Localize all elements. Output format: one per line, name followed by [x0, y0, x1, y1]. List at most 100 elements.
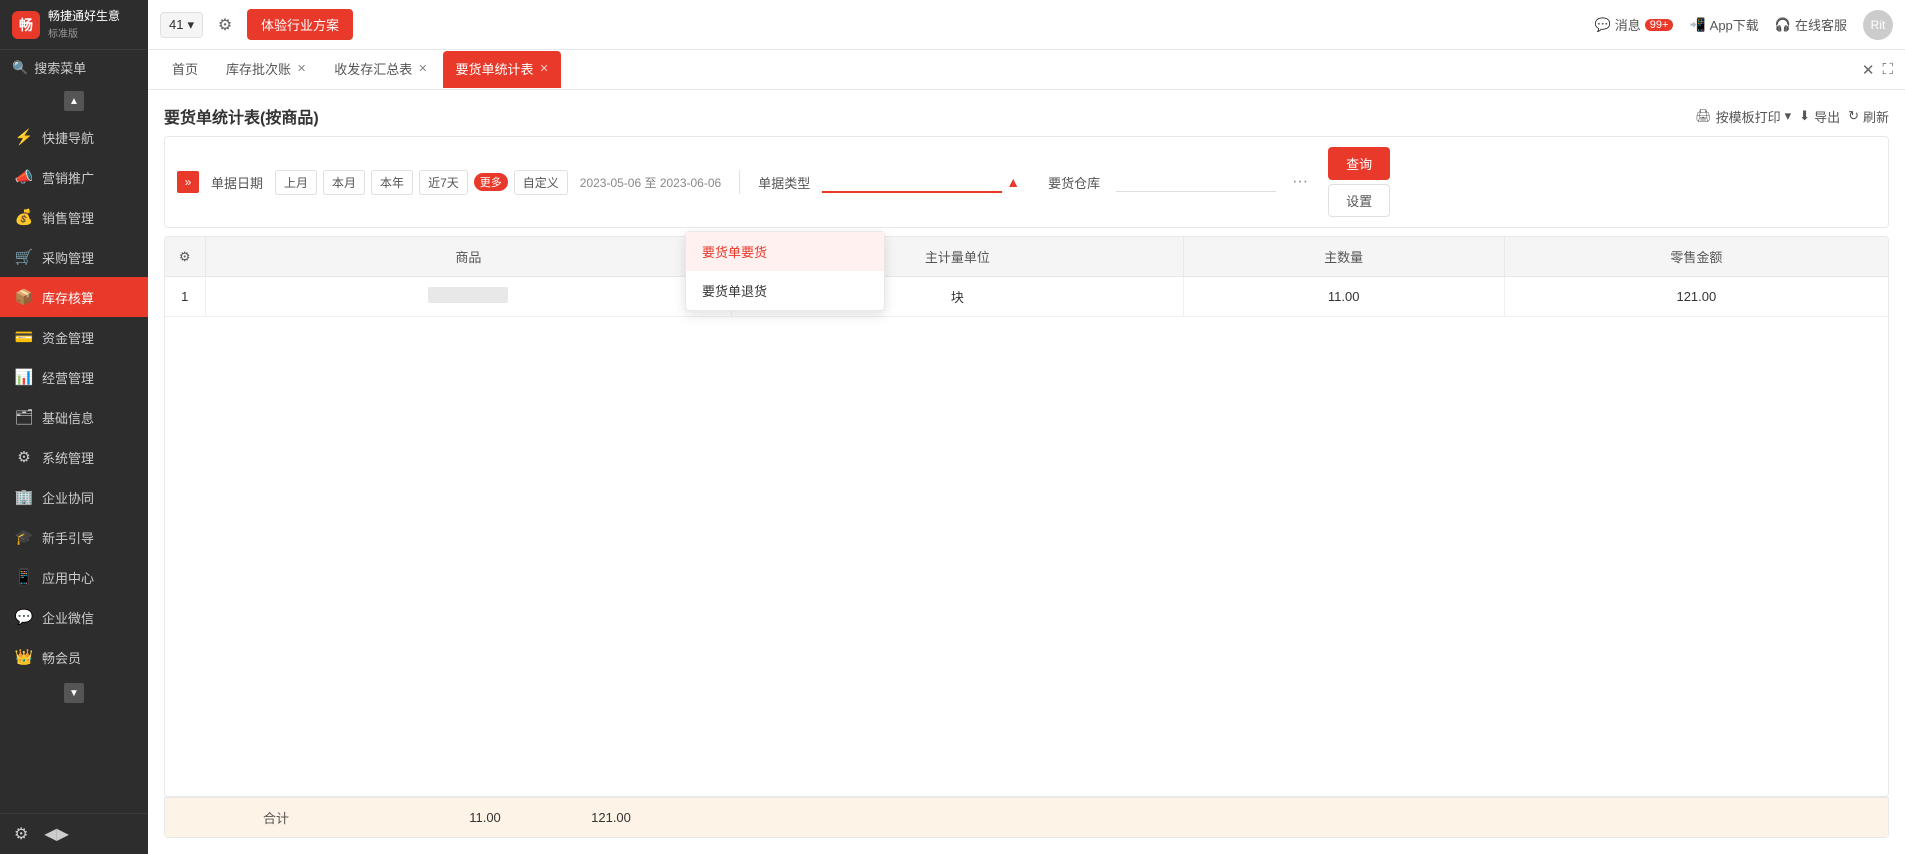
tab-batch-ledger[interactable]: 库存批次账 ✕: [214, 51, 318, 88]
sidebar-item-sales[interactable]: 💰 销售管理: [0, 197, 148, 237]
page-actions: 🖨 按模板打印 ▾ ⬇ 导出 ↻ 刷新: [1695, 107, 1889, 126]
print-dropdown-icon: ▾: [1785, 108, 1792, 124]
logo-text: 畅捷通好生意 标准版: [48, 9, 120, 40]
total-amount: 121.00: [571, 810, 651, 825]
tab-receive-summary[interactable]: 收发存汇总表 ✕: [322, 51, 439, 88]
collapse-icon[interactable]: ◀▶: [44, 824, 69, 844]
total-label: 合计: [233, 808, 369, 827]
sidebar-item-marketing[interactable]: 📣 营销推广: [0, 157, 148, 197]
tab-order-stats[interactable]: 要货单统计表 ✕: [443, 51, 560, 88]
th-qty: 主数量: [1183, 237, 1504, 277]
header-left: 41 ▾ ⚙ 体验行业方案: [160, 9, 1583, 40]
filter-more-badge[interactable]: 更多: [474, 173, 508, 191]
sidebar-item-inventory[interactable]: 📦 库存核算: [0, 277, 148, 317]
user-avatar-item[interactable]: Rit: [1863, 10, 1893, 40]
quick-nav-icon: ⚡: [14, 127, 34, 147]
filter-date-this-month[interactable]: 本月: [323, 170, 365, 195]
filter-type-input-wrap: ▲: [822, 172, 1020, 193]
app-download-icon: 📲: [1689, 17, 1705, 33]
app-center-icon: 📱: [14, 567, 34, 587]
system-icon: ⚙: [14, 447, 34, 467]
scroll-up-btn[interactable]: ▲: [64, 91, 84, 111]
column-settings-icon[interactable]: ⚙: [179, 249, 191, 264]
filter-set-btn[interactable]: 设置: [1328, 184, 1390, 217]
sidebar-item-basic[interactable]: 🗂 基础信息: [0, 397, 148, 437]
print-btn[interactable]: 🖨 按模板打印 ▾: [1695, 107, 1791, 126]
sidebar-item-quick-nav[interactable]: ⚡ 快捷导航: [0, 117, 148, 157]
sales-icon: 💰: [14, 207, 34, 227]
filter-date-custom[interactable]: 自定义: [514, 170, 568, 195]
app-download-item[interactable]: 📲 App下载: [1689, 15, 1758, 34]
total-qty: 11.00: [445, 810, 525, 825]
tabs-actions: ✕ ⛶: [1862, 61, 1893, 79]
filter-warehouse-input[interactable]: [1116, 172, 1276, 191]
company-dropdown-icon: ▾: [187, 17, 194, 33]
sidebar-nav: ▲ ⚡ 快捷导航 📣 营销推广 💰 销售管理 🛒 采购管理 📦 库存核算 💳 资…: [0, 85, 148, 813]
sidebar-item-members[interactable]: 👑 畅会员: [0, 637, 148, 677]
tab-home[interactable]: 首页: [160, 51, 210, 88]
sidebar-item-operation[interactable]: 📊 经营管理: [0, 357, 148, 397]
settings-icon[interactable]: ⚙: [14, 824, 28, 844]
dropdown-item-order-return[interactable]: 要货单退货: [686, 271, 884, 310]
tab-close-receive-summary[interactable]: ✕: [418, 62, 427, 75]
filter-warehouse-input-wrap: [1116, 172, 1276, 192]
user-avatar: Rit: [1863, 10, 1893, 40]
close-all-icon[interactable]: ✕: [1862, 61, 1875, 79]
page-title: 要货单统计表(按商品): [164, 104, 319, 128]
company-selector[interactable]: 41 ▾: [160, 12, 203, 38]
export-icon: ⬇: [1799, 108, 1810, 124]
th-settings: ⚙: [165, 237, 205, 277]
guide-icon: 🎓: [14, 527, 34, 547]
filter-date-last-7-days[interactable]: 近7天: [419, 170, 468, 195]
filter-date-label: 单据日期: [211, 173, 263, 192]
filter-warehouse-label: 要货仓库: [1048, 173, 1100, 192]
filter-bar: » 单据日期 上月 本月 本年 近7天 更多 自定义 2023-05-06 至 …: [164, 136, 1889, 228]
filter-type-chevron-up-icon[interactable]: ▲: [1006, 174, 1020, 190]
sidebar-item-guide[interactable]: 🎓 新手引导: [0, 517, 148, 557]
sidebar-bottom: ⚙ ◀▶: [0, 813, 148, 854]
export-btn[interactable]: ⬇ 导出: [1799, 107, 1840, 126]
filter-expand-btn[interactable]: »: [177, 171, 199, 193]
refresh-btn[interactable]: ↻ 刷新: [1848, 107, 1889, 126]
sidebar-item-finance[interactable]: 💳 资金管理: [0, 317, 148, 357]
filter-date-last-month[interactable]: 上月: [275, 170, 317, 195]
td-amount: 121.00: [1504, 277, 1888, 317]
table-header-row: ⚙ 商品 主计量单位 主数量 零售金额: [165, 237, 1888, 277]
basic-icon: 🗂: [14, 407, 34, 427]
members-icon: 👑: [14, 647, 34, 667]
filter-ellipsis-icon[interactable]: ···: [1292, 173, 1308, 191]
maximize-icon[interactable]: ⛶: [1882, 61, 1893, 78]
filter-query-btn[interactable]: 查询: [1328, 147, 1390, 180]
main-area: 41 ▾ ⚙ 体验行业方案 💬 消息 99+ 📲 App下载 🎧 在线客服: [148, 0, 1905, 854]
customer-service-item[interactable]: 🎧 在线客服: [1775, 15, 1847, 34]
tab-close-order-stats[interactable]: ✕: [540, 62, 549, 75]
operation-icon: 📊: [14, 367, 34, 387]
filter-date-this-year[interactable]: 本年: [371, 170, 413, 195]
page-content: 要货单统计表(按商品) 🖨 按模板打印 ▾ ⬇ 导出 ↻ 刷新 »: [148, 90, 1905, 854]
search-menu-item[interactable]: 🔍 搜索菜单: [0, 50, 148, 85]
tab-bar: 首页 库存批次账 ✕ 收发存汇总表 ✕ 要货单统计表 ✕ ✕ ⛶: [148, 50, 1905, 90]
tab-close-batch-ledger[interactable]: ✕: [297, 62, 306, 75]
filter-divider-1: [739, 170, 740, 194]
sidebar-item-purchase[interactable]: 🛒 采购管理: [0, 237, 148, 277]
print-icon: 🖨: [1695, 108, 1712, 124]
sidebar-item-enterprise[interactable]: 🏢 企业协同: [0, 477, 148, 517]
search-icon: 🔍: [12, 60, 28, 76]
company-settings-btn[interactable]: ⚙: [211, 11, 239, 39]
messages-item[interactable]: 💬 消息 99+: [1595, 15, 1674, 34]
wechat-icon: 💬: [14, 607, 34, 627]
data-table-wrap: ⚙ 商品 主计量单位 主数量 零售金额 1 块: [164, 236, 1889, 797]
sidebar: 畅 畅捷通好生意 标准版 🔍 搜索菜单 ▲ ⚡ 快捷导航 📣 营销推广 💰 销售…: [0, 0, 148, 854]
filter-right-btns: 查询 设置: [1328, 147, 1390, 217]
sidebar-item-app-center[interactable]: 📱 应用中心: [0, 557, 148, 597]
sidebar-item-system[interactable]: ⚙ 系统管理: [0, 437, 148, 477]
scroll-down-btn[interactable]: ▼: [64, 683, 84, 703]
th-amount: 零售金额: [1504, 237, 1888, 277]
marketing-icon: 📣: [14, 167, 34, 187]
industry-btn[interactable]: 体验行业方案: [247, 9, 353, 40]
filter-type-input[interactable]: [822, 172, 1002, 193]
sidebar-item-wechat[interactable]: 💬 企业微信: [0, 597, 148, 637]
sidebar-logo: 畅 畅捷通好生意 标准版: [0, 0, 148, 50]
page-header: 要货单统计表(按商品) 🖨 按模板打印 ▾ ⬇ 导出 ↻ 刷新: [148, 90, 1905, 136]
dropdown-item-order-goods[interactable]: 要货单要货: [686, 232, 884, 271]
